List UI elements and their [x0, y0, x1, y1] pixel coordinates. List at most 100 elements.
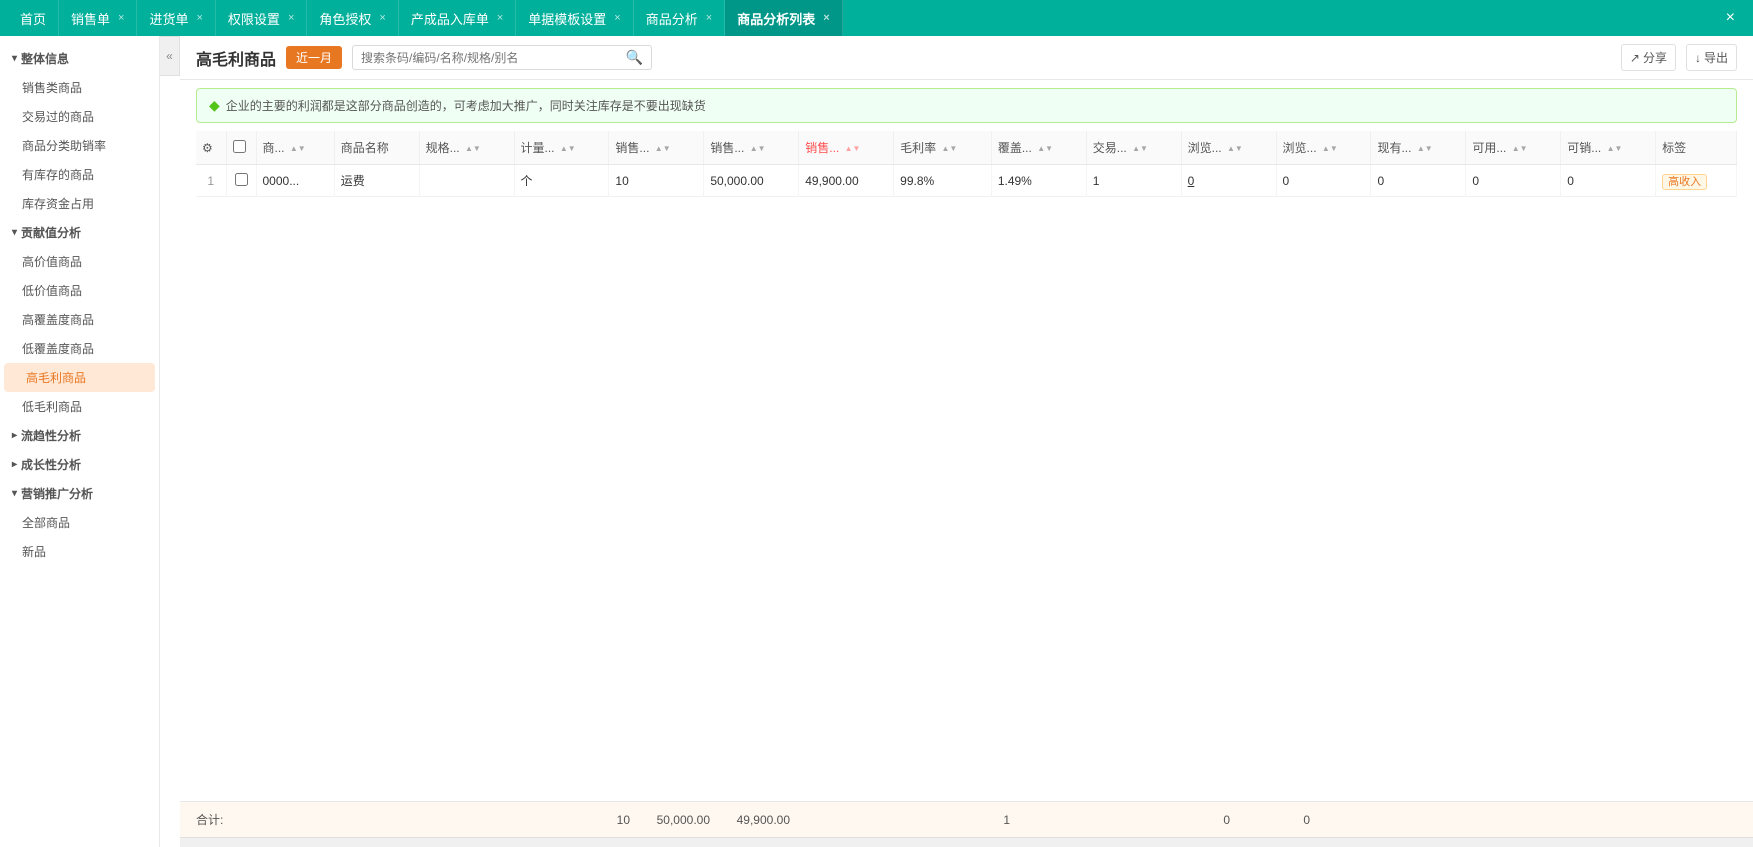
sort-available[interactable]: ▲▼ [1512, 144, 1528, 153]
sidebar-item-stock-capital[interactable]: 库存资金占用 [0, 189, 159, 218]
export-button[interactable]: ↓ 导出 [1686, 44, 1737, 71]
row-browse1: 0 [1181, 165, 1276, 197]
close-tab-analysis-list[interactable]: × [823, 12, 829, 24]
close-tab-role[interactable]: × [379, 12, 385, 24]
table-row: 1 0000... 运费 [196, 165, 1737, 197]
col-sales1: 销售... ▲▼ [609, 131, 704, 165]
horizontal-scrollbar[interactable] [180, 837, 1753, 847]
close-tab-sales[interactable]: × [118, 12, 124, 24]
nav-tab-analysis[interactable]: 商品分析 × [634, 0, 725, 36]
close-tab-analysis[interactable]: × [706, 12, 712, 24]
sidebar-group-contribution[interactable]: ▾ 贡献值分析 [0, 218, 159, 247]
sort-transaction[interactable]: ▲▼ [1132, 144, 1148, 153]
nav-tab-product-in[interactable]: 产成品入库单 × [399, 0, 516, 36]
browse1-link[interactable]: 0 [1188, 174, 1195, 188]
row-index: 1 [196, 165, 226, 197]
sidebar-group-growth[interactable]: ▸ 成长性分析 [0, 450, 159, 479]
row-sales2: 50,000.00 [704, 165, 799, 197]
sort-current[interactable]: ▲▼ [1417, 144, 1433, 153]
sort-browse1[interactable]: ▲▼ [1227, 144, 1243, 153]
nav-tab-analysis-list[interactable]: 商品分析列表 × [725, 0, 842, 36]
info-text: 企业的主要的利润都是这部分商品创造的，可考虑加大推广，同时关注库存是不要出现缺货 [226, 97, 706, 114]
close-tab-permission[interactable]: × [288, 12, 294, 24]
sidebar-item-high-value[interactable]: 高价值商品 [0, 247, 159, 276]
close-tab-purchase[interactable]: × [196, 12, 202, 24]
arrow-trend: ▸ [12, 430, 17, 441]
footer-sales3: 49,900.00 [716, 813, 796, 827]
sidebar-item-high-coverage[interactable]: 高覆盖度商品 [0, 305, 159, 334]
arrow-marketing: ▾ [12, 488, 17, 499]
sort-coverage[interactable]: ▲▼ [1037, 144, 1053, 153]
settings-icon[interactable]: ⚙ [202, 141, 213, 155]
sort-unit[interactable]: ▲▼ [560, 144, 576, 153]
col-coverage: 覆盖... ▲▼ [991, 131, 1086, 165]
row-unit: 个 [514, 165, 609, 197]
page-title: 高毛利商品 [196, 46, 276, 70]
sidebar-item-low-value[interactable]: 低价值商品 [0, 276, 159, 305]
sidebar-item-low-coverage[interactable]: 低覆盖度商品 [0, 334, 159, 363]
select-all-checkbox[interactable] [233, 140, 246, 153]
arrow-contribution: ▾ [12, 227, 17, 238]
sort-gross-rate[interactable]: ▲▼ [942, 144, 958, 153]
nav-tab-role[interactable]: 角色授权 × [307, 0, 398, 36]
col-name: 商品名称 [334, 131, 419, 165]
close-tab-product-in[interactable]: × [497, 12, 503, 24]
search-box: 🔍 [352, 45, 652, 70]
sidebar-item-low-margin[interactable]: 低毛利商品 [0, 392, 159, 421]
row-name: 运费 [334, 165, 419, 197]
sort-sales3[interactable]: ▲▼ [845, 144, 861, 153]
search-icon[interactable]: 🔍 [626, 49, 643, 66]
sidebar-item-in-stock[interactable]: 有库存的商品 [0, 160, 159, 189]
col-saleable: 可销... ▲▼ [1561, 131, 1656, 165]
sidebar-group-overall[interactable]: ▾ 整体信息 [0, 44, 159, 73]
col-settings[interactable]: ⚙ [196, 131, 226, 165]
data-table: ⚙ 商... ▲▼ 商品名称 规格... [196, 131, 1737, 197]
col-code: 商... ▲▼ [256, 131, 334, 165]
row-transaction: 1 [1086, 165, 1181, 197]
footer-available: 0 [1236, 813, 1316, 827]
sort-sales2[interactable]: ▲▼ [750, 144, 766, 153]
search-input[interactable] [361, 51, 622, 65]
col-sales3: 销售... ▲▼ [799, 131, 894, 165]
sidebar-item-new-goods[interactable]: 新品 [0, 537, 159, 566]
row-browse2: 0 [1276, 165, 1371, 197]
sidebar-collapse-button[interactable]: « [160, 36, 180, 76]
col-sales2: 销售... ▲▼ [704, 131, 799, 165]
col-unit: 计量... ▲▼ [514, 131, 609, 165]
nav-tab-home[interactable]: 首页 [8, 0, 59, 36]
row-sales3: 49,900.00 [799, 165, 894, 197]
sidebar-item-traded-goods[interactable]: 交易过的商品 [0, 102, 159, 131]
window-close-button[interactable]: × [1716, 9, 1745, 27]
sort-browse2[interactable]: ▲▼ [1322, 144, 1338, 153]
footer-label: 合计: [196, 811, 256, 828]
sidebar-item-all-goods[interactable]: 全部商品 [0, 508, 159, 537]
row-available: 0 [1466, 165, 1561, 197]
col-spec: 规格... ▲▼ [419, 131, 514, 165]
col-browse2: 浏览... ▲▼ [1276, 131, 1371, 165]
sort-spec[interactable]: ▲▼ [465, 144, 481, 153]
share-button[interactable]: ↗ 分享 [1621, 44, 1676, 71]
top-navigation: 首页 销售单 × 进货单 × 权限设置 × 角色授权 × 产成品入库单 × 单据… [0, 0, 1753, 36]
sidebar-item-category-rate[interactable]: 商品分类助销率 [0, 131, 159, 160]
time-filter-button[interactable]: 近一月 [286, 46, 342, 69]
col-gross-rate: 毛利率 ▲▼ [894, 131, 992, 165]
sidebar-item-high-margin[interactable]: 高毛利商品 [4, 363, 155, 392]
collapse-icon: « [166, 49, 173, 63]
nav-tab-permission[interactable]: 权限设置 × [216, 0, 307, 36]
nav-tab-template[interactable]: 单据模板设置 × [516, 0, 633, 36]
sort-sales1[interactable]: ▲▼ [655, 144, 671, 153]
arrow-overall: ▾ [12, 53, 17, 64]
sort-code[interactable]: ▲▼ [290, 144, 306, 153]
sort-saleable[interactable]: ▲▼ [1607, 144, 1623, 153]
sidebar-group-trend[interactable]: ▸ 流趋性分析 [0, 421, 159, 450]
row-checkbox[interactable] [235, 173, 248, 186]
col-tag: 标签 [1656, 131, 1737, 165]
nav-tab-sales[interactable]: 销售单 × [59, 0, 137, 36]
sidebar-item-sales-goods[interactable]: 销售类商品 [0, 73, 159, 102]
nav-tab-purchase[interactable]: 进货单 × [137, 0, 215, 36]
export-icon: ↓ [1695, 51, 1701, 65]
close-tab-template[interactable]: × [614, 12, 620, 24]
sidebar-group-marketing[interactable]: ▾ 营销推广分析 [0, 479, 159, 508]
footer-transaction: 1 [936, 813, 1016, 827]
share-icon: ↗ [1630, 51, 1640, 65]
